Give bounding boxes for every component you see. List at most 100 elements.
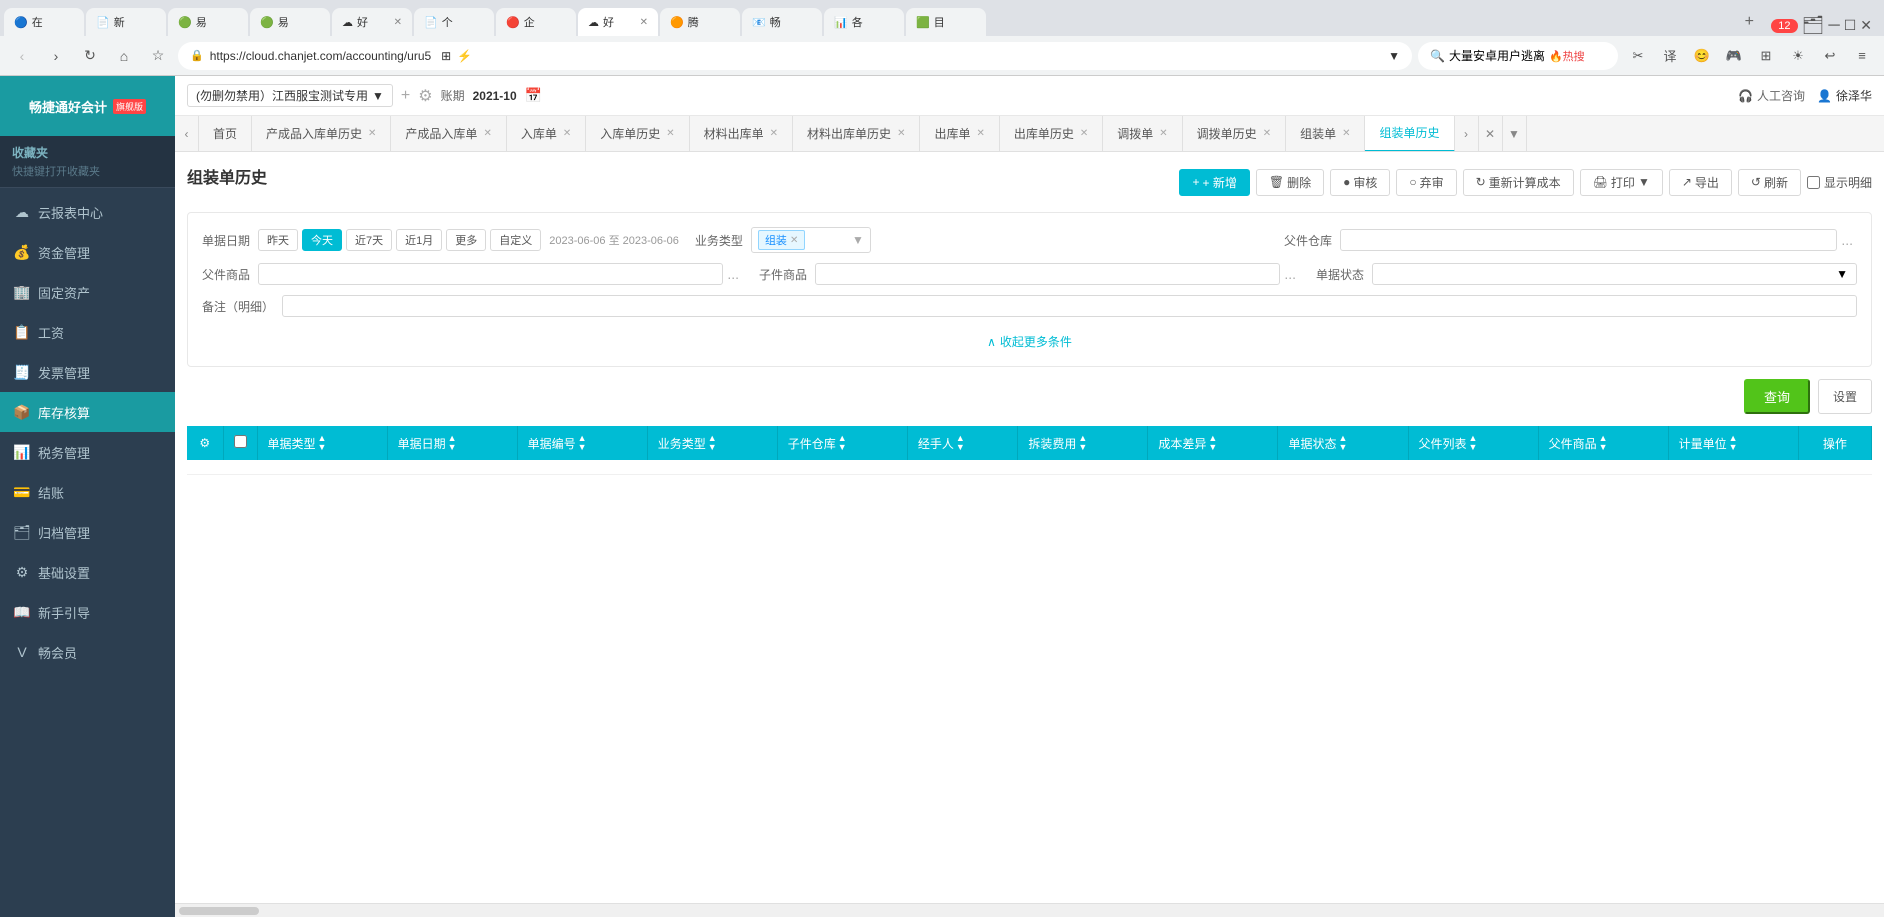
scrollbar-area[interactable]: [175, 903, 1884, 917]
page-tab-close-assemble_hist[interactable]: ✕: [1263, 128, 1271, 139]
audit-button[interactable]: ● 审核: [1330, 169, 1390, 196]
sidebar-item-archive[interactable]: 🗂 归档管理: [0, 512, 175, 552]
refresh-button[interactable]: ↻: [76, 42, 104, 70]
page-tab-home[interactable]: 首页: [199, 116, 252, 152]
tab-close-icon[interactable]: ✕: [394, 17, 402, 28]
browser-search[interactable]: 🔍 大量安卓用户逃离 🔥热搜: [1418, 42, 1618, 70]
tabs-more-button[interactable]: ▼: [1503, 116, 1527, 152]
browser-tab-t2[interactable]: 📄 新: [86, 8, 166, 36]
status-select[interactable]: ▼: [1372, 263, 1857, 285]
maximize-button[interactable]: ☐: [1844, 17, 1857, 34]
new-tab-button[interactable]: +: [1735, 8, 1763, 36]
game-button[interactable]: 🎮: [1720, 42, 1748, 70]
parent-goods-dots[interactable]: ...: [723, 266, 743, 282]
page-tab-out[interactable]: 出库单 ✕: [920, 116, 999, 152]
col-cost_diff[interactable]: 成本差异▲▼: [1148, 426, 1278, 460]
browser-tab-t6[interactable]: 📄 个: [414, 8, 494, 36]
sidebar-item-fund[interactable]: 💰 资金管理: [0, 232, 175, 272]
col-order_type[interactable]: 单据类型▲▼: [257, 426, 387, 460]
page-tab-out_hist[interactable]: 出库单历史 ✕: [1000, 116, 1103, 152]
page-tab-close-bundle[interactable]: ✕: [1342, 128, 1350, 139]
sidebar-item-member[interactable]: V 畅会员: [0, 632, 175, 672]
col-unit[interactable]: 计量单位▲▼: [1668, 426, 1798, 460]
page-tab-close-mat_out_hist[interactable]: ✕: [897, 128, 905, 139]
show-detail-toggle[interactable]: 显示明细: [1807, 174, 1872, 191]
page-tab-bundle[interactable]: 组装单 ✕: [1286, 116, 1365, 152]
page-tab-mat_out_hist[interactable]: 材料出库单历史 ✕: [793, 116, 920, 152]
sun-button[interactable]: ☀: [1784, 42, 1812, 70]
col-parent_list[interactable]: 父件列表▲▼: [1408, 426, 1538, 460]
remark-input[interactable]: [282, 295, 1857, 317]
child-goods-input[interactable]: [815, 263, 1280, 285]
browser-tab-t4[interactable]: 🟢 易: [250, 8, 330, 36]
cut-button[interactable]: ✂: [1624, 42, 1652, 70]
col-order_date[interactable]: 单据日期▲▼: [387, 426, 517, 460]
search-settings-button[interactable]: 设置: [1818, 379, 1872, 414]
page-tab-close-out_hist[interactable]: ✕: [1080, 128, 1088, 139]
browser-tab-t5[interactable]: ☁ 好 ✕: [332, 8, 412, 36]
biz-type-dropdown[interactable]: ▼: [852, 233, 864, 247]
window-icon[interactable]: 🗂: [1802, 15, 1825, 36]
page-tab-close-out[interactable]: ✕: [976, 128, 984, 139]
parent-goods-input[interactable]: [258, 263, 723, 285]
recalc-button[interactable]: ↻ 重新计算成本: [1463, 169, 1574, 196]
settings-col-icon[interactable]: ⚙: [199, 436, 210, 450]
more-btn[interactable]: 更多: [446, 229, 486, 251]
sidebar-item-checkout[interactable]: 💳 结账: [0, 472, 175, 512]
sidebar-item-salary[interactable]: 📋 工资: [0, 312, 175, 352]
tab-prev-button[interactable]: ‹: [175, 116, 199, 152]
sidebar-item-invoice[interactable]: 🧾 发票管理: [0, 352, 175, 392]
scrollbar-thumb[interactable]: [179, 907, 259, 915]
close-window-button[interactable]: ✕: [1860, 17, 1872, 34]
dropdown-icon[interactable]: ▼: [1388, 49, 1400, 63]
custom-btn[interactable]: 自定义: [490, 229, 541, 251]
biz-type-input[interactable]: 组装 ✕ ▼: [751, 227, 871, 253]
home-button[interactable]: ⌂: [110, 42, 138, 70]
col-handler[interactable]: 经手人▲▼: [907, 426, 1018, 460]
browser-tab-t1[interactable]: 🔵 在: [4, 8, 84, 36]
browser-tab-t11[interactable]: 📊 各: [824, 8, 904, 36]
print-button[interactable]: 🖨 打印 ▼: [1580, 169, 1663, 196]
add-company-button[interactable]: +: [401, 87, 410, 105]
page-tab-close-assemble[interactable]: ✕: [1159, 128, 1167, 139]
show-detail-checkbox[interactable]: [1807, 176, 1820, 189]
grid-button[interactable]: ⊞: [1752, 42, 1780, 70]
browser-tab-t3[interactable]: 🟢 易: [168, 8, 248, 36]
back-button[interactable]: ‹: [8, 42, 36, 70]
sidebar-item-tax[interactable]: 📊 税务管理: [0, 432, 175, 472]
page-tab-prod_in[interactable]: 产成品入库单 ✕: [391, 116, 506, 152]
refresh-button[interactable]: ↺ 刷新: [1738, 169, 1801, 196]
calendar-icon[interactable]: 📅: [525, 87, 542, 104]
sidebar-item-guide[interactable]: 📖 新手引导: [0, 592, 175, 632]
minimize-button[interactable]: ─: [1828, 17, 1839, 35]
month-btn[interactable]: 近1月: [396, 229, 442, 251]
tab-close-icon[interactable]: ✕: [640, 17, 648, 28]
col-parent_goods[interactable]: 父件商品▲▼: [1538, 426, 1668, 460]
week-btn[interactable]: 近7天: [346, 229, 392, 251]
col-biz_type[interactable]: 业务类型▲▼: [647, 426, 777, 460]
sidebar-item-basic[interactable]: ⚙ 基础设置: [0, 552, 175, 592]
abandon-button[interactable]: ○ 弃审: [1396, 169, 1456, 196]
delete-button[interactable]: 🗑 删除: [1256, 169, 1324, 196]
collapse-bar[interactable]: ∧ 收起更多条件: [202, 327, 1857, 352]
star-button[interactable]: ☆: [144, 42, 172, 70]
user-menu[interactable]: 👤 徐泽华: [1817, 87, 1872, 104]
biz-type-tag-close[interactable]: ✕: [790, 235, 798, 246]
page-tab-in_hist[interactable]: 入库单历史 ✕: [586, 116, 689, 152]
browser-tab-t9[interactable]: 🟠 腾: [660, 8, 740, 36]
emoji-button[interactable]: 😊: [1688, 42, 1716, 70]
company-selector[interactable]: (勿删勿禁用）江西服宝测试专用 ▼: [187, 84, 393, 107]
undo-button[interactable]: ↩: [1816, 42, 1844, 70]
today-btn[interactable]: 今天: [302, 229, 342, 251]
new-button[interactable]: + + 新增: [1179, 169, 1249, 196]
page-tab-mat_out[interactable]: 材料出库单 ✕: [690, 116, 793, 152]
page-tab-close-in_order[interactable]: ✕: [563, 128, 571, 139]
service-button[interactable]: 🎧 人工咨询: [1738, 87, 1805, 104]
page-tab-assemble[interactable]: 调拨单 ✕: [1103, 116, 1182, 152]
address-bar[interactable]: 🔒 https://cloud.chanjet.com/accounting/u…: [178, 42, 1412, 70]
col-disassemble_fee[interactable]: 拆装费用▲▼: [1018, 426, 1148, 460]
browser-tab-t12[interactable]: 🟩 目: [906, 8, 986, 36]
col-order_no[interactable]: 单据编号▲▼: [517, 426, 647, 460]
sidebar-item-cloud_report[interactable]: ☁ 云报表中心: [0, 192, 175, 232]
query-button[interactable]: 查询: [1744, 379, 1810, 414]
